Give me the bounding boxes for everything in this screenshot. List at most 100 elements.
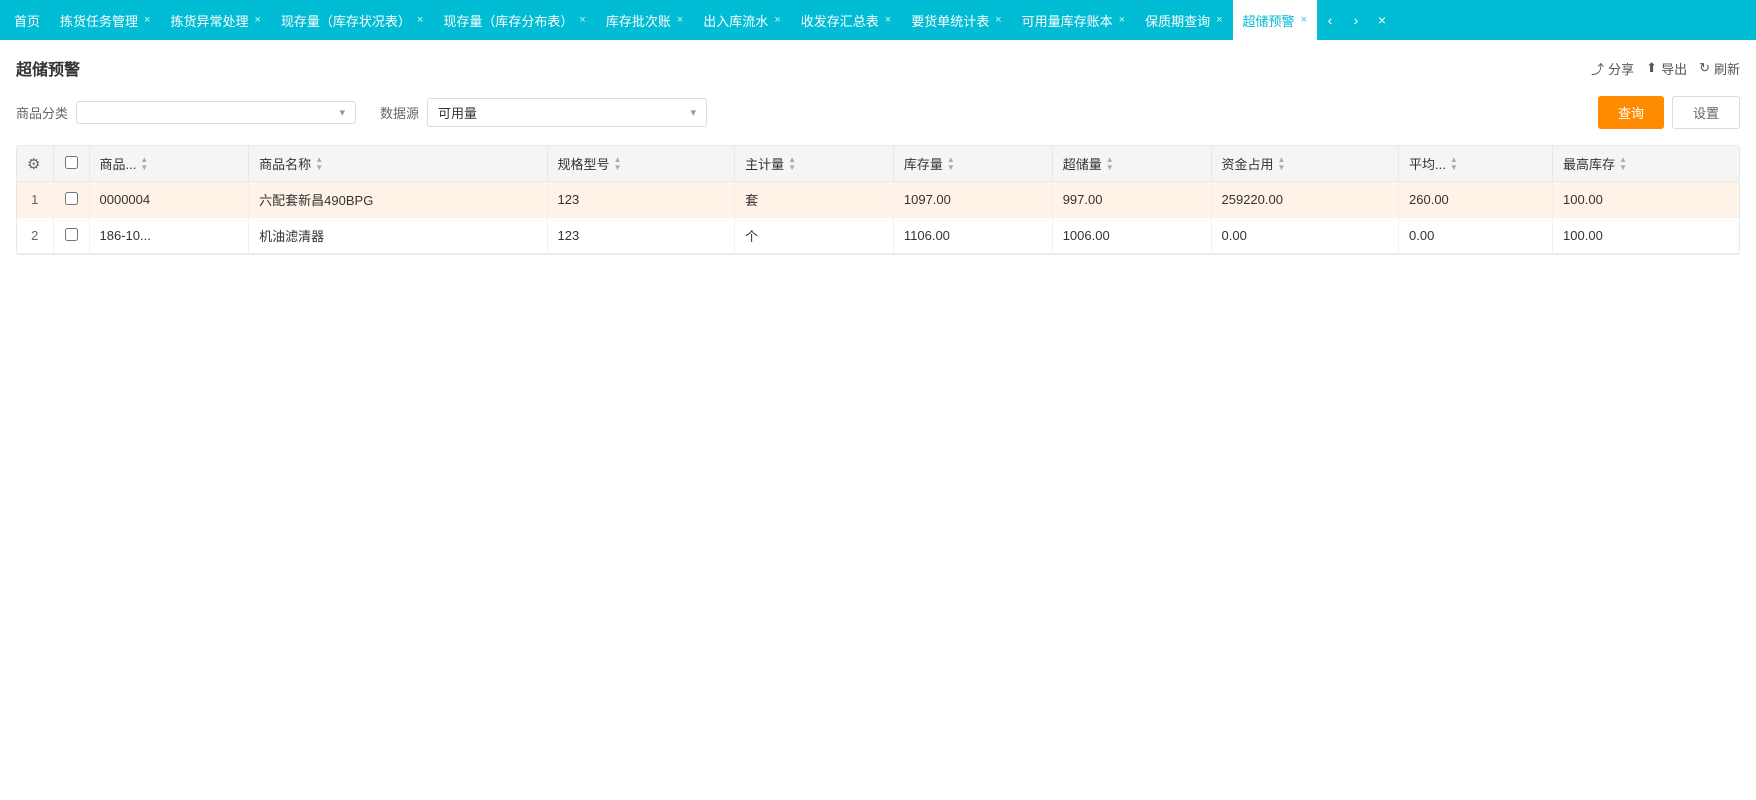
datasource-select[interactable]: 可用量 ▾ <box>427 98 707 127</box>
sort-icon[interactable]: ▲▼ <box>1450 156 1458 172</box>
row-stock: 1106.00 <box>893 218 1052 254</box>
row-stock: 1097.00 <box>893 182 1052 218</box>
th-over[interactable]: 超储量 ▲▼ <box>1052 146 1211 182</box>
row-seq: 2 <box>17 218 53 254</box>
row-spec: 123 <box>547 218 735 254</box>
nav-item-summary[interactable]: 收发存汇总表 × <box>791 0 901 40</box>
th-maxstock[interactable]: 最高库存 ▲▼ <box>1553 146 1739 182</box>
close-icon[interactable]: × <box>1301 14 1307 26</box>
filter-row: 商品分类 ▾ 数据源 可用量 ▾ 查询 设置 <box>16 96 1740 129</box>
row-checkbox-cell[interactable] <box>53 182 89 218</box>
set-button[interactable]: 设置 <box>1672 96 1740 129</box>
row-over: 1006.00 <box>1052 218 1211 254</box>
chevron-down-icon: ▾ <box>339 106 345 119</box>
sort-icon[interactable]: ▲▼ <box>614 156 622 172</box>
nav-next-button[interactable]: › <box>1343 0 1369 40</box>
datasource-label: 数据源 <box>380 103 419 122</box>
sort-icon[interactable]: ▲▼ <box>315 156 323 172</box>
row-code: 186-10... <box>89 218 249 254</box>
data-table: ⚙ 商品... ▲▼ 商品名称 ▲▼ <box>16 145 1740 255</box>
row-unit: 个 <box>735 218 894 254</box>
sort-icon[interactable]: ▲▼ <box>1106 156 1114 172</box>
refresh-button[interactable]: ↻ 刷新 <box>1699 59 1740 78</box>
nav-item-pick-task[interactable]: 拣货任务管理 × <box>50 0 160 40</box>
close-icon[interactable]: × <box>774 14 780 26</box>
sort-icon[interactable]: ▲▼ <box>947 156 955 172</box>
close-icon[interactable]: × <box>677 14 683 26</box>
page-content: 超储预警 ⤴ 分享 ⬆ 导出 ↻ 刷新 商品分类 ▾ 数据源 <box>0 40 1756 271</box>
nav-item-flow[interactable]: 出入库流水 × <box>693 0 790 40</box>
row-maxstock: 100.00 <box>1553 182 1739 218</box>
title-actions: ⤴ 分享 ⬆ 导出 ↻ 刷新 <box>1591 59 1740 78</box>
nav-item-order-stat[interactable]: 要货单统计表 × <box>901 0 1011 40</box>
close-icon[interactable]: × <box>144 14 150 26</box>
nav-item-overstock[interactable]: 超储预警 × <box>1233 0 1317 40</box>
export-button[interactable]: ⬆ 导出 <box>1646 59 1687 78</box>
th-avg[interactable]: 平均... ▲▼ <box>1399 146 1553 182</box>
export-icon: ⬆ <box>1646 60 1657 76</box>
gear-icon[interactable]: ⚙ <box>27 155 40 173</box>
th-capital[interactable]: 资金占用 ▲▼ <box>1211 146 1399 182</box>
nav-item-expiry[interactable]: 保质期查询 × <box>1135 0 1232 40</box>
row-unit: 套 <box>735 182 894 218</box>
nav-item-stock-dist[interactable]: 现存量（库存分布表）× <box>433 0 595 40</box>
nav-close-button[interactable]: × <box>1369 0 1395 40</box>
row-name: 六配套新昌490BPG <box>249 182 547 218</box>
category-label: 商品分类 <box>16 103 68 122</box>
row-avg: 0.00 <box>1399 218 1553 254</box>
page-title-row: 超储预警 ⤴ 分享 ⬆ 导出 ↻ 刷新 <box>16 56 1740 80</box>
nav-item-stock-status[interactable]: 现存量（库存状况表）× <box>271 0 433 40</box>
select-all-checkbox[interactable] <box>65 156 78 169</box>
th-name[interactable]: 商品名称 ▲▼ <box>249 146 547 182</box>
datasource-filter: 数据源 可用量 ▾ <box>380 98 707 127</box>
row-spec: 123 <box>547 182 735 218</box>
sort-icon[interactable]: ▲▼ <box>1619 156 1627 172</box>
sort-icon[interactable]: ▲▼ <box>1278 156 1286 172</box>
close-icon[interactable]: × <box>995 14 1001 26</box>
row-over: 997.00 <box>1052 182 1211 218</box>
sort-icon[interactable]: ▲▼ <box>788 156 796 172</box>
category-filter: 商品分类 ▾ <box>16 101 356 124</box>
th-code[interactable]: 商品... ▲▼ <box>89 146 249 182</box>
nav-bar: 首页 拣货任务管理 × 拣货异常处理 × 现存量（库存状况表）× 现存量（库存分… <box>0 0 1756 40</box>
refresh-icon: ↻ <box>1699 60 1710 76</box>
row-checkbox-cell[interactable] <box>53 218 89 254</box>
close-icon[interactable]: × <box>417 14 423 26</box>
page-title: 超储预警 <box>16 56 80 80</box>
table-row: 1 0000004 六配套新昌490BPG 123 套 1097.00 997.… <box>17 182 1739 218</box>
category-select[interactable]: ▾ <box>76 101 356 124</box>
query-button[interactable]: 查询 <box>1598 96 1664 129</box>
th-unit[interactable]: 主计量 ▲▼ <box>735 146 894 182</box>
row-name: 机油滤清器 <box>249 218 547 254</box>
row-seq: 1 <box>17 182 53 218</box>
table-header-row: ⚙ 商品... ▲▼ 商品名称 ▲▼ <box>17 146 1739 182</box>
close-icon[interactable]: × <box>254 14 260 26</box>
row-maxstock: 100.00 <box>1553 218 1739 254</box>
row-code: 0000004 <box>89 182 249 218</box>
nav-item-pick-exception[interactable]: 拣货异常处理 × <box>160 0 270 40</box>
close-icon[interactable]: × <box>1119 14 1125 26</box>
th-stock[interactable]: 库存量 ▲▼ <box>893 146 1052 182</box>
nav-item-batch[interactable]: 库存批次账 × <box>596 0 693 40</box>
close-icon[interactable]: × <box>579 14 585 26</box>
nav-item-home[interactable]: 首页 <box>4 0 50 40</box>
table-row: 2 186-10... 机油滤清器 123 个 1106.00 1006.00 … <box>17 218 1739 254</box>
row-avg: 260.00 <box>1399 182 1553 218</box>
close-icon[interactable]: × <box>1216 14 1222 26</box>
nav-item-available[interactable]: 可用量库存账本 × <box>1012 0 1135 40</box>
row-capital: 0.00 <box>1211 218 1399 254</box>
close-icon[interactable]: × <box>885 14 891 26</box>
th-spec[interactable]: 规格型号 ▲▼ <box>547 146 735 182</box>
chevron-down-icon: ▾ <box>691 106 697 119</box>
row-checkbox[interactable] <box>65 192 78 205</box>
share-button[interactable]: ⤴ 分享 <box>1591 59 1634 78</box>
sort-icon[interactable]: ▲▼ <box>140 156 148 172</box>
row-checkbox[interactable] <box>65 228 78 241</box>
datasource-value: 可用量 <box>438 103 477 122</box>
th-checkbox[interactable] <box>53 146 89 182</box>
row-capital: 259220.00 <box>1211 182 1399 218</box>
th-settings[interactable]: ⚙ <box>17 146 53 182</box>
nav-prev-button[interactable]: ‹ <box>1317 0 1343 40</box>
filter-action-btns: 查询 设置 <box>1598 96 1740 129</box>
share-icon: ⤴ <box>1591 59 1604 78</box>
